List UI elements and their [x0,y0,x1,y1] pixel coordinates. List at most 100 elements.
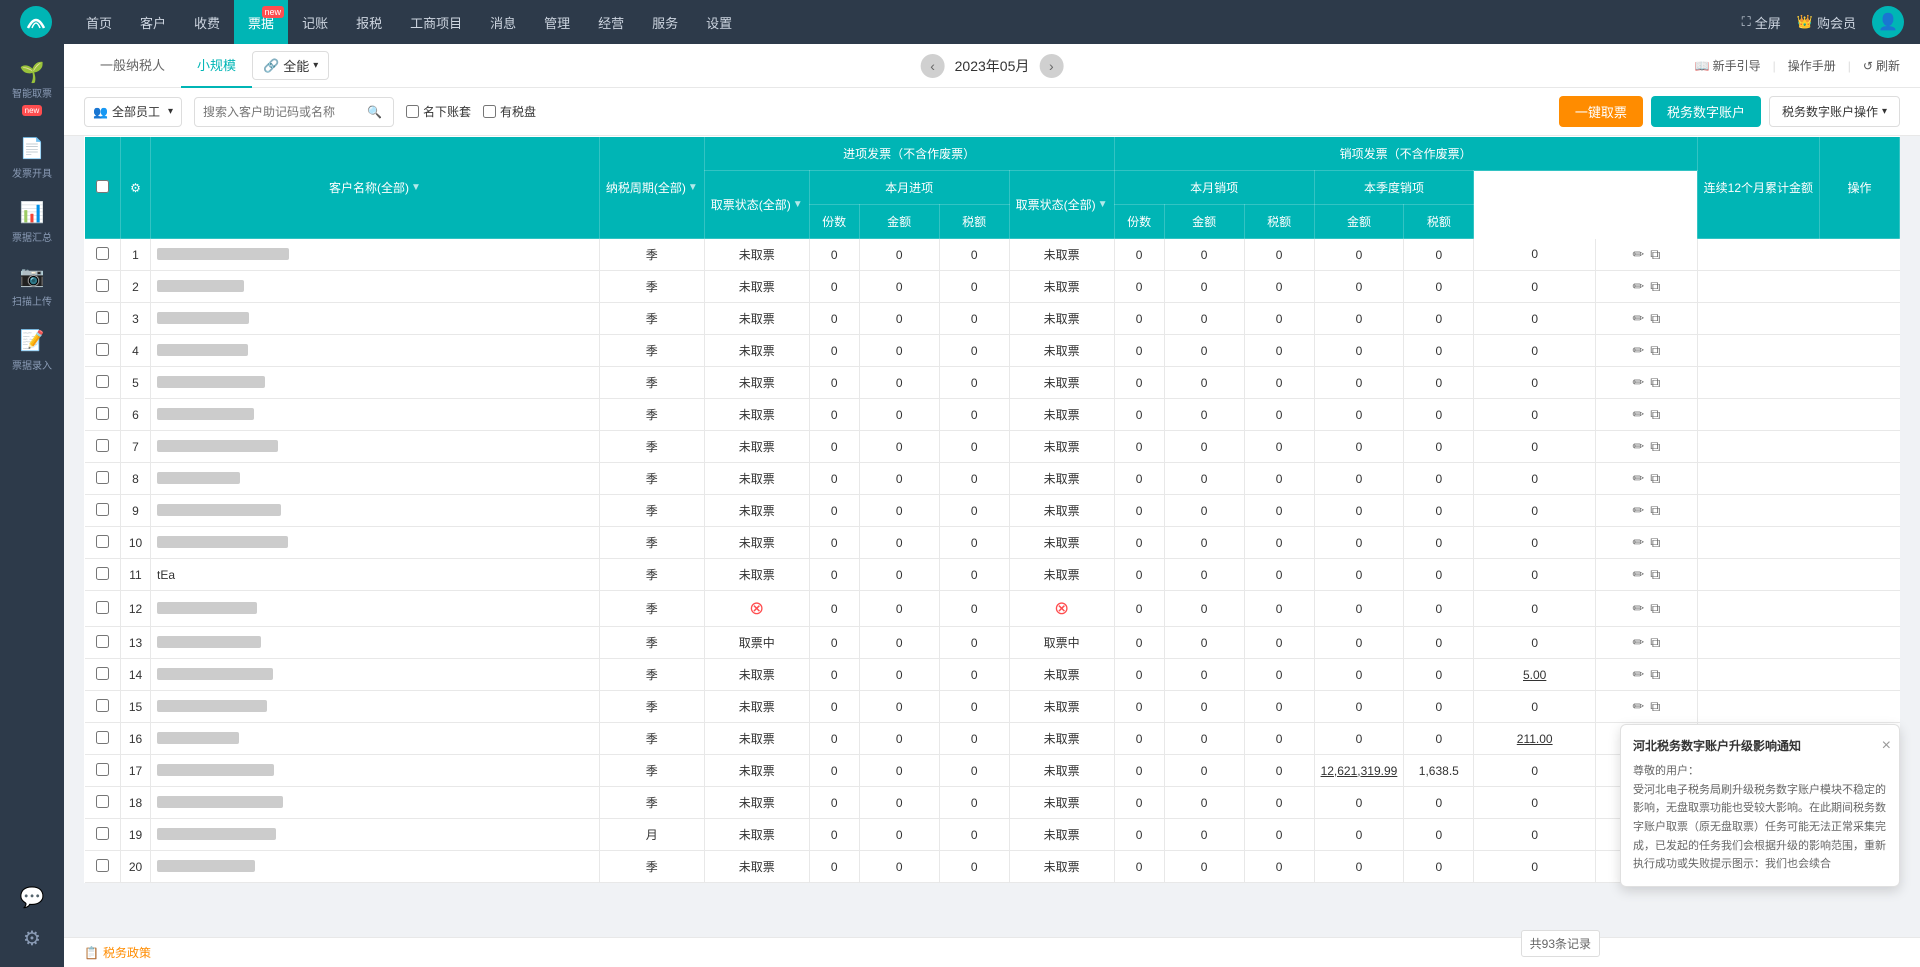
row-checkbox[interactable] [96,503,109,516]
row-checkbox[interactable] [96,343,109,356]
edit-icon[interactable]: ✏ [1632,666,1644,683]
edit-icon[interactable]: ✏ [1632,600,1644,617]
edit-icon[interactable]: ✏ [1632,470,1644,487]
row-checkbox[interactable] [96,471,109,484]
copy-icon[interactable]: ⧉ [1650,698,1660,715]
sidebar-item-invoice-open[interactable]: 📄 发票开具 [4,128,60,188]
next-month-button[interactable]: › [1039,54,1063,78]
sidebar-item-entry[interactable]: 📝 票据录入 [4,320,60,380]
copy-icon[interactable]: ⧉ [1650,438,1660,455]
copy-icon[interactable]: ⧉ [1650,278,1660,295]
row-checkbox[interactable] [96,795,109,808]
nav-customer[interactable]: 客户 [126,0,180,44]
row-in-status: 取票中 [704,627,809,659]
copy-icon[interactable]: ⧉ [1650,406,1660,423]
new-guide-link[interactable]: 📖 新手引导 [1695,57,1761,74]
copy-icon[interactable]: ⧉ [1650,566,1660,583]
row-checkbox[interactable] [96,535,109,548]
select-all-checkbox[interactable] [96,180,109,193]
nav-invoice[interactable]: 票据 new [234,0,288,44]
row-checkbox[interactable] [96,375,109,388]
row-checkbox[interactable] [96,279,109,292]
copy-icon[interactable]: ⧉ [1650,534,1660,551]
search-field[interactable]: 🔍 [194,97,394,127]
row-checkbox[interactable] [96,439,109,452]
nav-service[interactable]: 服务 [638,0,692,44]
sidebar-item-summary[interactable]: 📊 票据汇总 [4,192,60,252]
row-checkbox[interactable] [96,567,109,580]
check-account-label[interactable]: 名下账套 [406,103,471,120]
manual-link[interactable]: 操作手册 [1788,57,1836,74]
digital-account-button[interactable]: 税务数字账户 [1651,96,1761,127]
edit-icon[interactable]: ✏ [1632,374,1644,391]
row-checkbox[interactable] [96,635,109,648]
digital-account-op-button[interactable]: 税务数字账户操作 ▾ [1769,96,1900,127]
settings-sidebar-icon[interactable]: ⚙ [23,926,41,951]
sidebar-item-scan[interactable]: 📷 扫描上传 [4,256,60,316]
row-checkbox[interactable] [96,601,109,614]
member-button[interactable]: 👑 购会员 [1797,13,1856,32]
row-checkbox[interactable] [96,311,109,324]
nav-accounting[interactable]: 记账 [288,0,342,44]
row-checkbox-cell [85,559,121,591]
check-account-checkbox[interactable] [406,105,419,118]
has-tax-checkbox[interactable] [483,105,496,118]
notification-close-button[interactable]: × [1882,733,1891,759]
copy-icon[interactable]: ⧉ [1650,246,1660,263]
nav-business[interactable]: 工商项目 [396,0,476,44]
copy-icon[interactable]: ⧉ [1650,374,1660,391]
row-in-amount: 0 [859,691,939,723]
nav-operation[interactable]: 经营 [584,0,638,44]
copy-icon[interactable]: ⧉ [1650,666,1660,683]
row-checkbox[interactable] [96,407,109,420]
one-click-button[interactable]: 一键取票 [1559,96,1643,127]
row-checkbox[interactable] [96,667,109,680]
employee-filter[interactable]: 👥 全部员工 ▾ [84,97,182,127]
row-checkbox[interactable] [96,699,109,712]
row-checkbox[interactable] [96,731,109,744]
row-checkbox[interactable] [96,763,109,776]
edit-icon[interactable]: ✏ [1632,246,1644,263]
edit-icon[interactable]: ✏ [1632,278,1644,295]
edit-icon[interactable]: ✏ [1632,406,1644,423]
search-input[interactable] [203,105,363,119]
has-tax-label[interactable]: 有税盘 [483,103,536,120]
nav-fee[interactable]: 收费 [180,0,234,44]
refresh-button[interactable]: ↺ 刷新 [1863,57,1900,74]
edit-icon[interactable]: ✏ [1632,566,1644,583]
row-checkbox[interactable] [96,247,109,260]
nav-message[interactable]: 消息 [476,0,530,44]
edit-icon[interactable]: ✏ [1632,342,1644,359]
sidebar-item-smart-invoice[interactable]: 🌱 智能取票 new [4,52,60,124]
edit-icon[interactable]: ✏ [1632,534,1644,551]
nav-settings[interactable]: 设置 [692,0,746,44]
tab-small-scale[interactable]: 小规模 [181,44,252,88]
tax-policy-link[interactable]: 税务政策 [103,944,151,961]
copy-icon[interactable]: ⧉ [1650,342,1660,359]
tab-all-selector[interactable]: 🔗 全能 ▾ [252,51,329,80]
fullscreen-button[interactable]: ⛶ 全屏 [1742,13,1781,32]
edit-icon[interactable]: ✏ [1632,438,1644,455]
row-cumulative: 0 [1474,463,1596,495]
tab-general-taxpayer[interactable]: 一般纳税人 [84,44,181,88]
row-checkbox[interactable] [96,827,109,840]
row-credit-amount: 0 [1314,495,1404,527]
row-name [151,271,600,303]
copy-icon[interactable]: ⧉ [1650,600,1660,617]
nav-tax[interactable]: 报税 [342,0,396,44]
help-icon[interactable]: 💬 [20,885,45,910]
user-avatar[interactable]: 👤 [1872,6,1904,38]
nav-home[interactable]: 首页 [72,0,126,44]
copy-icon[interactable]: ⧉ [1650,634,1660,651]
nav-manage[interactable]: 管理 [530,0,584,44]
edit-icon[interactable]: ✏ [1632,698,1644,715]
prev-month-button[interactable]: ‹ [921,54,945,78]
row-number: 3 [121,303,151,335]
row-checkbox[interactable] [96,859,109,872]
edit-icon[interactable]: ✏ [1632,310,1644,327]
copy-icon[interactable]: ⧉ [1650,310,1660,327]
copy-icon[interactable]: ⧉ [1650,470,1660,487]
edit-icon[interactable]: ✏ [1632,634,1644,651]
edit-icon[interactable]: ✏ [1632,502,1644,519]
copy-icon[interactable]: ⧉ [1650,502,1660,519]
